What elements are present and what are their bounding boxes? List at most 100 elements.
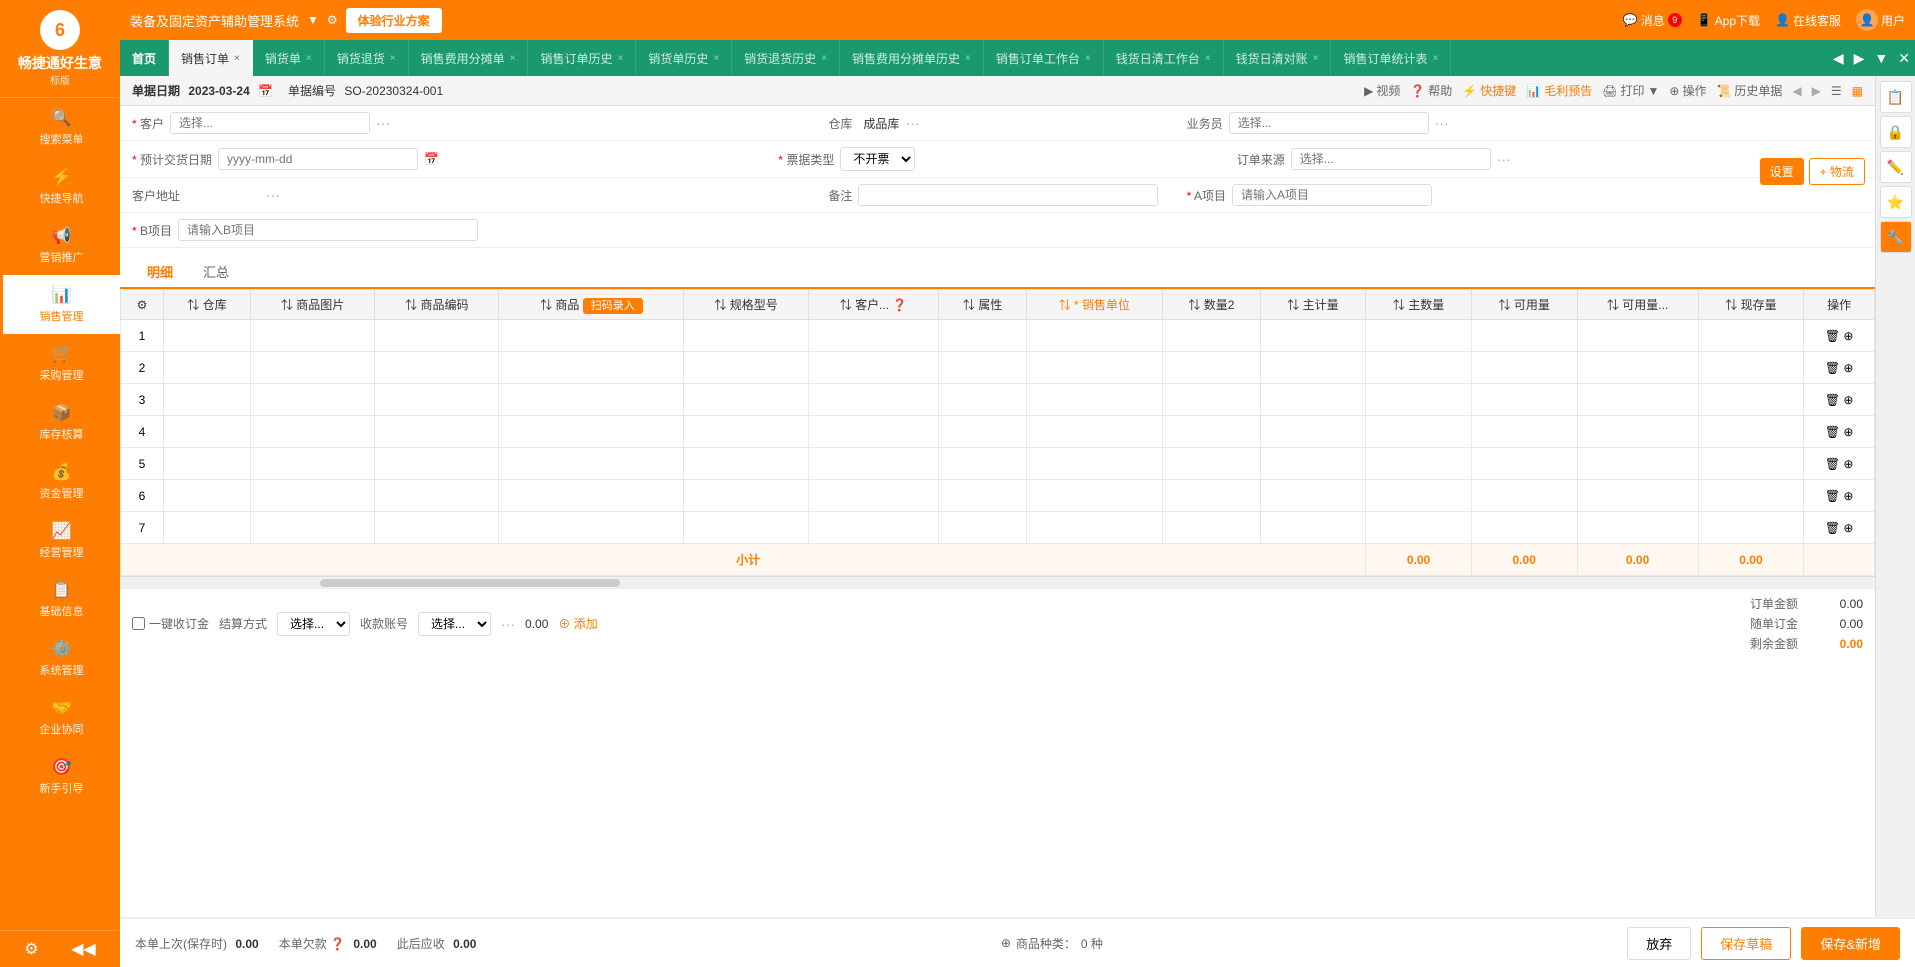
tab-close-icon-10[interactable]: × [1205,53,1211,64]
collapse-icon[interactable]: ◀◀ [71,939,96,959]
row-current-1[interactable] [1698,320,1804,352]
right-panel-tool-btn[interactable]: 🔧 [1880,221,1912,253]
tab-cash-workbench[interactable]: 钱货日清工作台 × [1104,40,1224,76]
tab-summary[interactable]: 汇总 [188,256,244,287]
row-code-1[interactable] [375,320,499,352]
profit-btn[interactable]: 📊 毛利预告 [1526,82,1592,99]
tab-close-all-icon[interactable]: ✕ [1893,50,1915,67]
question-icon[interactable]: ❓ [330,937,345,951]
shortcut-btn[interactable]: ⚡ 快捷键 [1462,82,1516,99]
settings-icon[interactable]: ⚙ [327,13,338,27]
copy-icon-4[interactable]: ⊕ [1843,425,1853,439]
row-current-2[interactable] [1698,352,1804,384]
row-qty2-2[interactable] [1163,352,1260,384]
customer-more-icon[interactable]: ··· [376,115,390,131]
row-code-2[interactable] [375,352,499,384]
tab-close-icon-4[interactable]: × [510,53,516,64]
sidebar-item-purchase[interactable]: 🛒 采购管理 [0,334,120,393]
sidebar-item-marketing[interactable]: 📢 营销推广 [0,216,120,275]
save-new-btn[interactable]: 保存&新增 [1801,927,1900,960]
col-attr[interactable]: ⇅ 属性 [939,290,1026,320]
save-draft-btn[interactable]: 保存草稿 [1701,927,1791,960]
col-warehouse[interactable]: ⇅ 仓库 [163,290,250,320]
add-payment-btn[interactable]: ⊕ 添加 [558,615,597,632]
sidebar-item-management[interactable]: 📈 经营管理 [0,511,120,570]
delete-icon-5[interactable]: 🗑 [1825,457,1840,471]
copy-icon-3[interactable]: ⊕ [1843,393,1853,407]
col-settings[interactable]: ⚙ [121,290,164,320]
sidebar-item-basic[interactable]: 📋 基础信息 [0,570,120,629]
sidebar-item-guide[interactable]: 🎯 新手引导 [0,747,120,806]
col-unit[interactable]: ⇅ * 销售单位 [1026,290,1163,320]
delete-icon-4[interactable]: 🗑 [1825,425,1840,439]
account-select[interactable]: 选择... [418,612,491,636]
tab-close-icon-7[interactable]: × [821,53,827,64]
sidebar-item-search[interactable]: 🔍 搜索菜单 [0,98,120,157]
tab-home[interactable]: 首页 [120,40,169,76]
industry-btn[interactable]: 体验行业方案 [346,8,442,33]
col-image[interactable]: ⇅ 商品图片 [251,290,375,320]
row-unit-2[interactable] [1026,352,1163,384]
delete-icon-3[interactable]: 🗑 [1825,393,1840,407]
row-customer-code-2[interactable] [808,352,939,384]
nav-prev-icon[interactable]: ◀ [1792,84,1801,98]
message-item[interactable]: 💬 消息 9 [1623,12,1682,29]
copy-icon-7[interactable]: ⊕ [1843,521,1853,535]
invoice-type-select[interactable]: 不开票 [840,147,915,171]
row-available-1[interactable] [1471,320,1577,352]
staff-more-icon[interactable]: ··· [1435,115,1449,131]
settlement-select[interactable]: 选择... [277,612,350,636]
row-main-qty-2[interactable] [1366,352,1472,384]
list-view-icon[interactable]: ☰ [1831,84,1842,98]
calendar2-icon[interactable]: 📅 [424,152,439,166]
account-more-icon[interactable]: ··· [501,616,515,632]
tab-prev-icon[interactable]: ◀ [1828,50,1849,67]
tab-stats[interactable]: 销售订单统计表 × [1331,40,1451,76]
tab-close-icon-9[interactable]: × [1085,53,1091,64]
col-code[interactable]: ⇅ 商品编码 [375,290,499,320]
row-main-unit-1[interactable] [1260,320,1366,352]
delete-icon-7[interactable]: 🗑 [1825,521,1840,535]
copy-icon-5[interactable]: ⊕ [1843,457,1853,471]
row-available-2[interactable] [1471,352,1577,384]
col-available2[interactable]: ⇅ 可用量... [1577,290,1698,320]
tab-expense-history[interactable]: 销售费用分摊单历史 × [840,40,984,76]
right-panel-star-btn[interactable]: ⭐ [1880,186,1912,218]
col-spec[interactable]: ⇅ 规格型号 [684,290,808,320]
col-main-unit[interactable]: ⇅ 主计量 [1260,290,1366,320]
row-customer-code-1[interactable] [808,320,939,352]
app-download-item[interactable]: 📱 App下载 [1697,12,1760,29]
settings-btn[interactable]: 设置 [1760,158,1804,185]
row-unit-1[interactable] [1026,320,1163,352]
history-btn[interactable]: 📜 历史单据 [1716,82,1782,99]
copy-icon-1[interactable]: ⊕ [1843,329,1853,343]
sidebar-item-finance[interactable]: 💰 资金管理 [0,452,120,511]
row-spec-2[interactable] [684,352,808,384]
action-btn[interactable]: ⊕ 操作 [1669,82,1706,99]
sidebar-item-collab[interactable]: 🤝 企业协同 [0,688,120,747]
row-main-qty-1[interactable] [1366,320,1472,352]
tab-cash-reconcile[interactable]: 钱货日清对账 × [1224,40,1332,76]
delete-icon-6[interactable]: 🗑 [1825,489,1840,503]
print-dropdown-icon[interactable]: ▼ [1647,84,1659,98]
print-btn[interactable]: 🖨 打印 ▼ [1602,82,1659,99]
tab-close-icon-11[interactable]: × [1313,53,1319,64]
discard-btn[interactable]: 放弃 [1627,927,1691,960]
row-warehouse-1[interactable] [163,320,250,352]
tab-close-icon-3[interactable]: × [390,53,396,64]
nav-next-icon[interactable]: ▶ [1812,84,1821,98]
row-attr-1[interactable] [939,320,1026,352]
scrollbar-thumb[interactable] [320,579,620,587]
order-source-input[interactable] [1291,148,1491,170]
right-panel-edit-btn[interactable]: ✏️ [1880,151,1912,183]
tab-return-history[interactable]: 销货退货历史 × [732,40,840,76]
calendar-icon[interactable]: 📅 [258,84,273,98]
one-click-checkbox[interactable] [132,617,145,630]
copy-icon-2[interactable]: ⊕ [1843,361,1853,375]
customer-input[interactable] [170,112,370,134]
scan-btn[interactable]: 扫码录入 [583,298,643,314]
tab-return[interactable]: 销货退货 × [325,40,409,76]
row-available2-1[interactable] [1577,320,1698,352]
tab-sales-order[interactable]: 销售订单 × [169,40,253,76]
tab-sales-goods[interactable]: 销货单 × [253,40,325,76]
